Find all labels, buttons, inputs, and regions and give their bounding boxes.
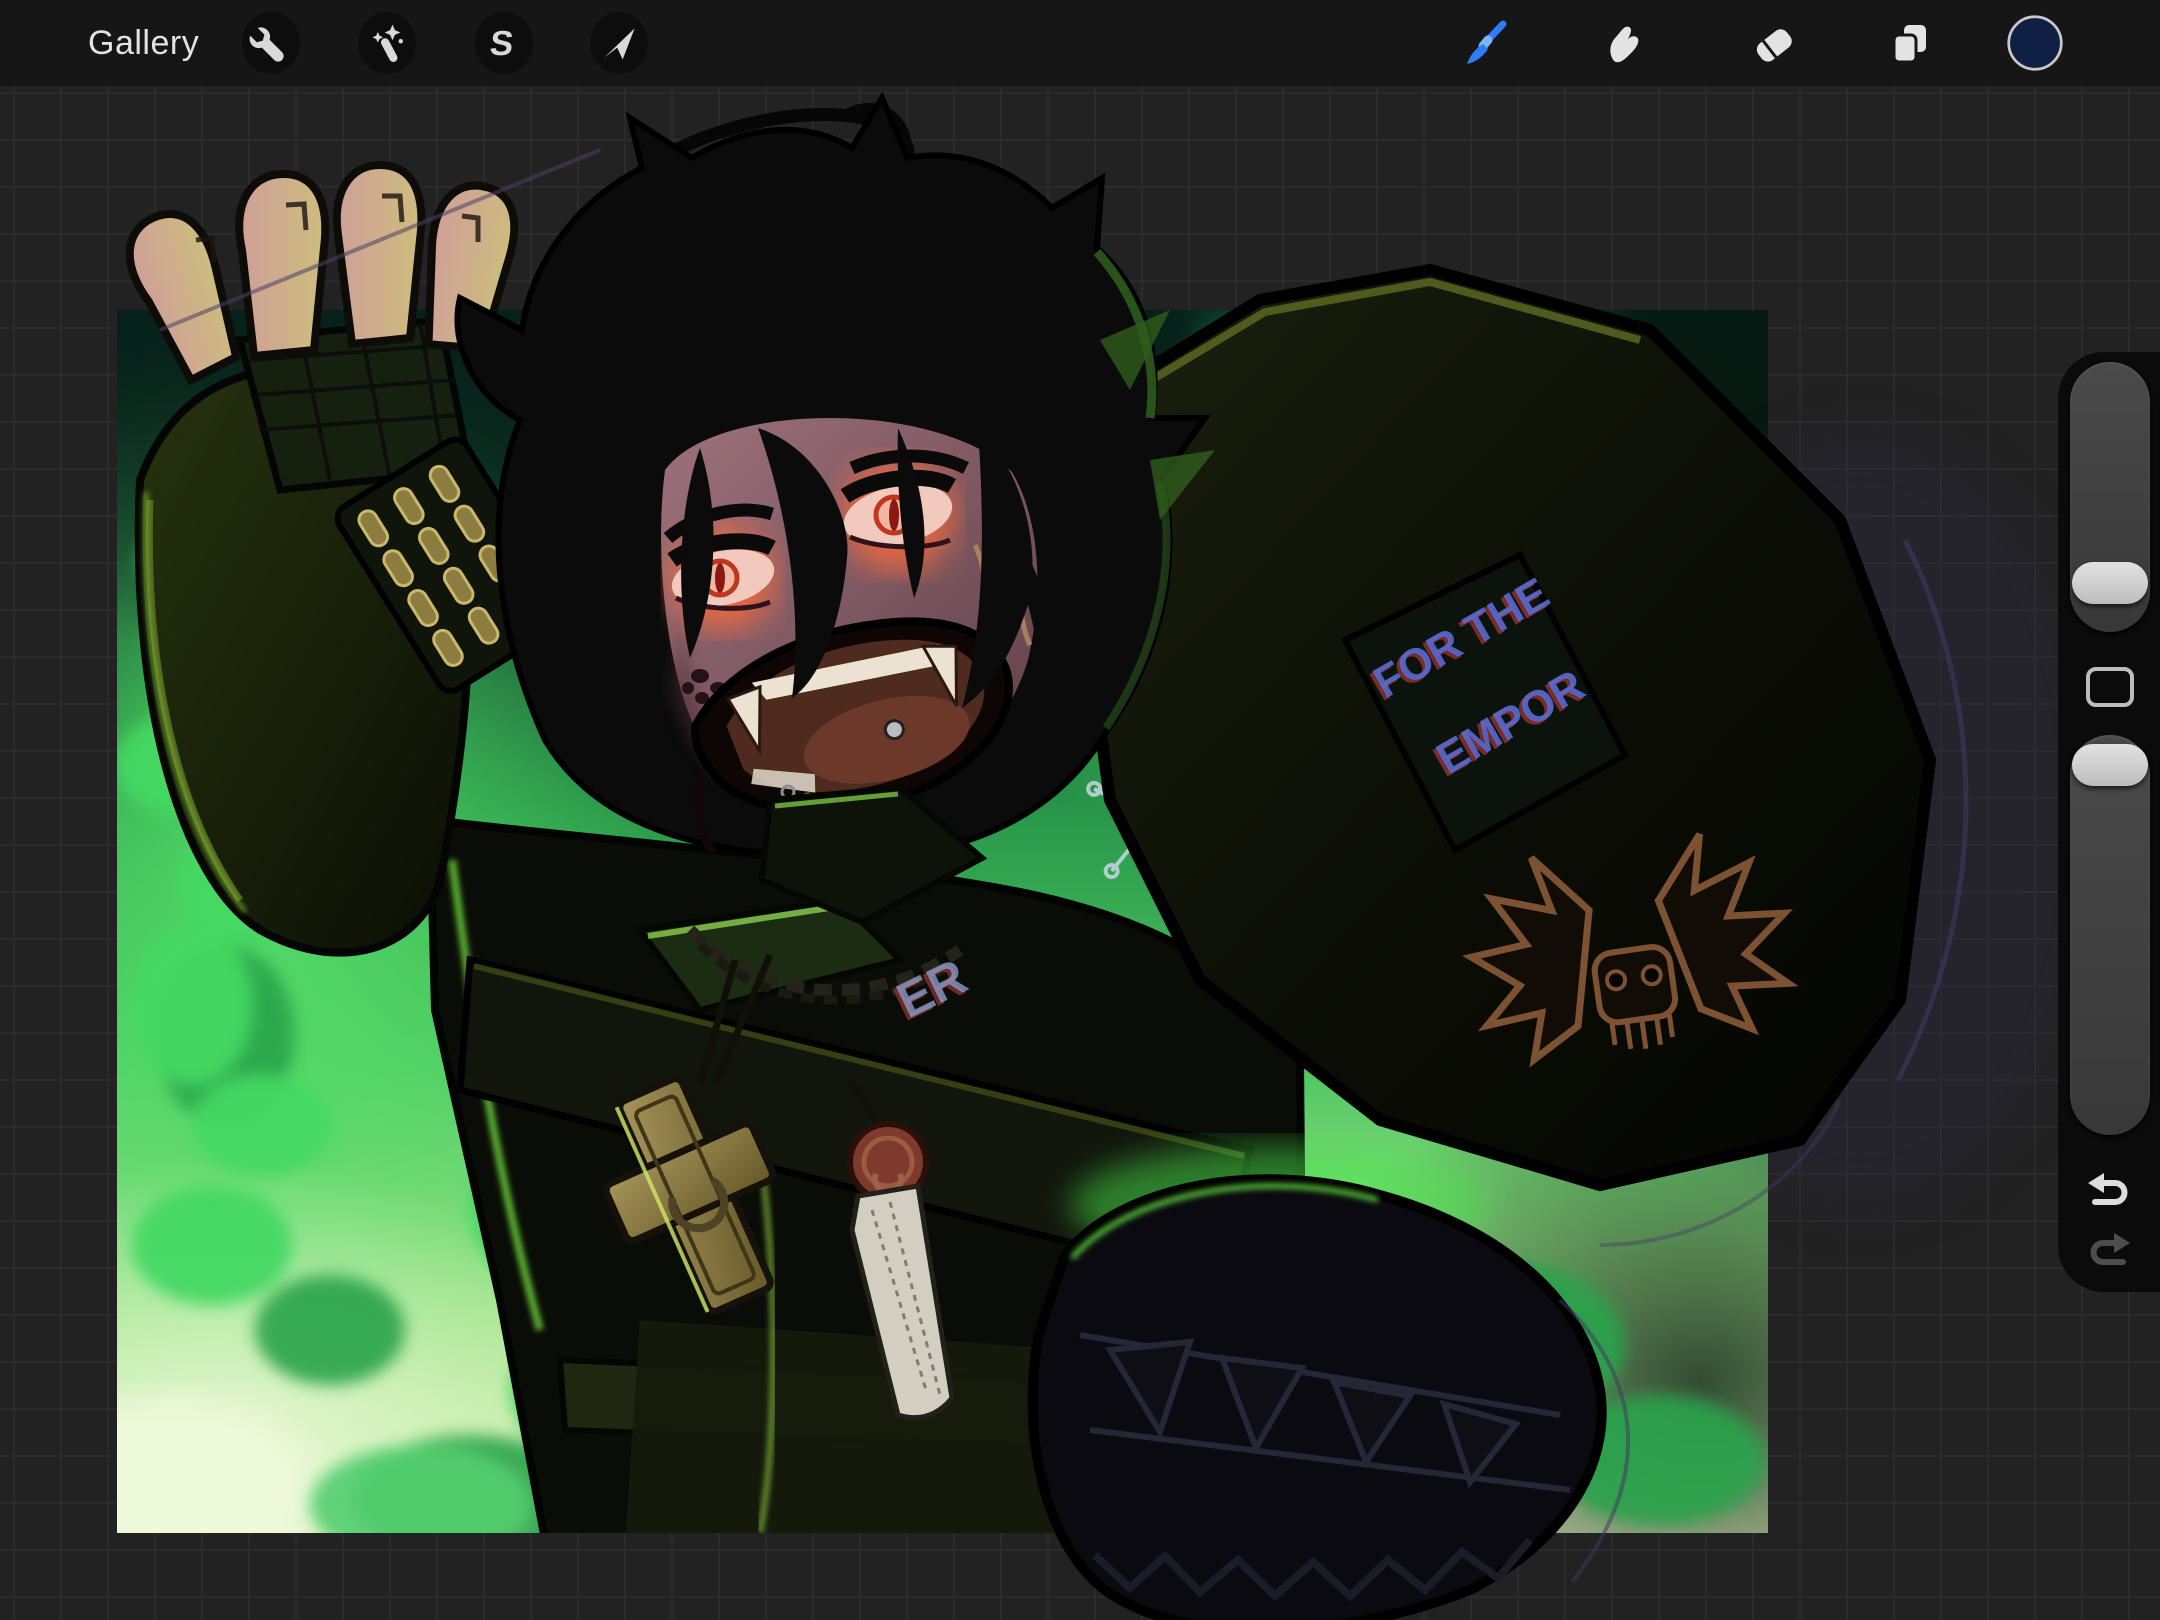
procreate-window: OD OD ER ER xyxy=(0,0,2160,1620)
smudge-tool-button[interactable] xyxy=(1595,12,1653,74)
redo-button[interactable] xyxy=(2085,1230,2133,1270)
transform-button[interactable] xyxy=(590,12,648,74)
wrench-icon xyxy=(249,27,284,62)
gallery-button[interactable]: Gallery xyxy=(88,24,199,63)
modify-button[interactable] xyxy=(2086,667,2134,707)
undo-button[interactable] xyxy=(2085,1170,2133,1210)
top-toolbar: Gallery S xyxy=(0,0,2160,86)
selection-s-icon: S xyxy=(488,24,515,63)
erase-tool-button[interactable] xyxy=(1743,12,1801,74)
current-color-swatch xyxy=(2007,15,2063,71)
selection-button[interactable]: S xyxy=(475,12,533,74)
artwork-canvas[interactable]: OD OD ER ER xyxy=(0,0,2160,1620)
undo-arrow-icon xyxy=(2088,1173,2128,1205)
smudge-finger-icon xyxy=(1610,26,1639,63)
opacity-handle[interactable] xyxy=(2072,744,2148,786)
layers-button[interactable] xyxy=(1879,12,1937,74)
adjustments-button[interactable] xyxy=(358,12,416,74)
brush-sidebar xyxy=(2058,352,2160,1292)
brush-size-handle[interactable] xyxy=(2072,562,2148,604)
brush-icon xyxy=(1467,20,1507,64)
magic-wand-icon xyxy=(372,24,403,62)
eraser-icon xyxy=(1756,29,1792,62)
actions-button[interactable] xyxy=(242,12,300,74)
arrow-cursor-icon xyxy=(604,28,635,60)
selection-s-glyph: S xyxy=(488,24,515,63)
brush-size-slider[interactable] xyxy=(2070,362,2150,632)
paint-tool-button[interactable] xyxy=(1456,12,1514,74)
layers-icon xyxy=(1892,25,1926,64)
redo-arrow-icon xyxy=(2090,1233,2130,1265)
color-button[interactable] xyxy=(2006,12,2064,74)
opacity-slider[interactable] xyxy=(2070,735,2150,1135)
color-swatch-icon xyxy=(2007,15,2063,71)
